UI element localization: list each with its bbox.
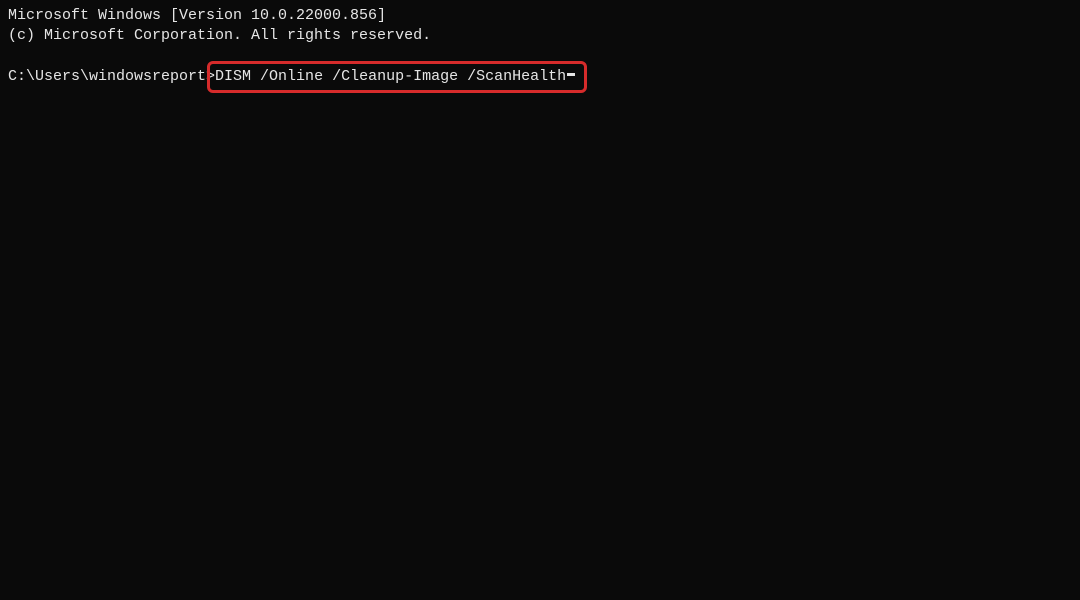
prompt-path: C:\Users\windowsreport> [8,67,215,87]
cmd-header-version: Microsoft Windows [Version 10.0.22000.85… [8,6,1072,26]
cmd-header-copyright: (c) Microsoft Corporation. All rights re… [8,26,1072,46]
text-cursor-icon [567,73,575,76]
command-highlight-region: DISM /Online /Cleanup-Image /ScanHealth [215,67,575,87]
blank-line [8,47,1072,67]
command-input-text[interactable]: DISM /Online /Cleanup-Image /ScanHealth [215,67,566,87]
command-prompt-line[interactable]: C:\Users\windowsreport> DISM /Online /Cl… [8,67,1072,87]
